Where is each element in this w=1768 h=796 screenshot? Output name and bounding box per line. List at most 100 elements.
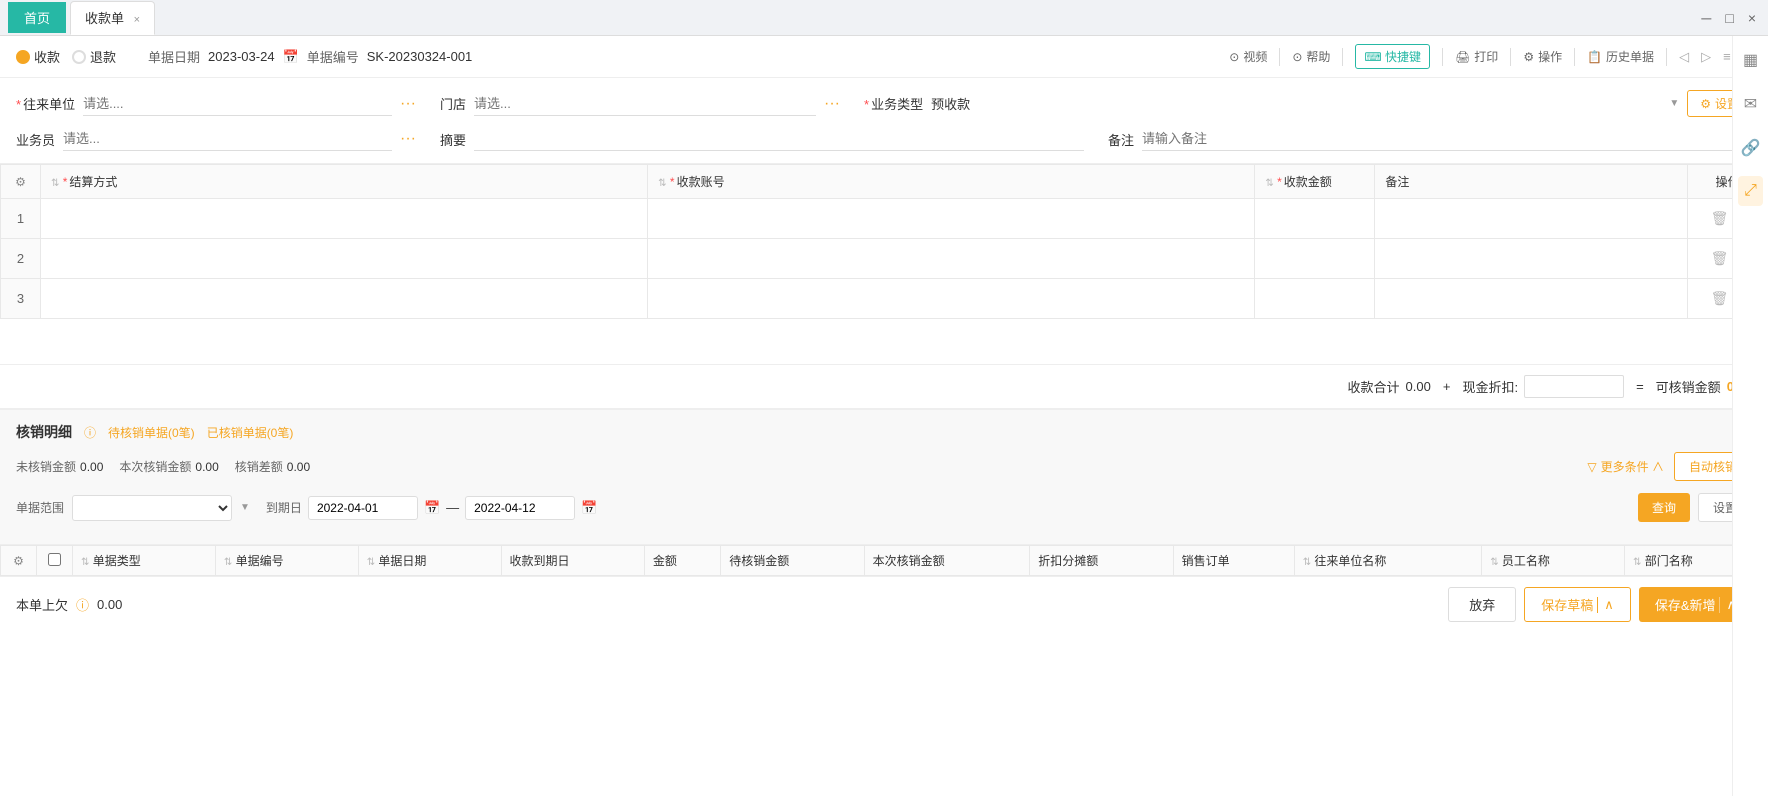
operation-action[interactable]: ⚙ 操作 <box>1523 48 1562 65</box>
due-date-from[interactable] <box>308 496 418 520</box>
query-button[interactable]: 查询 <box>1638 493 1690 522</box>
receipt-amount-1[interactable] <box>1255 199 1375 239</box>
doc-range-select[interactable] <box>72 495 232 521</box>
plus-sign: + <box>1443 379 1451 394</box>
receipt-account-2[interactable] <box>648 239 1255 279</box>
current-order-value: 0.00 <box>97 597 122 612</box>
nav-prev-icon[interactable]: ◁ <box>1679 49 1689 65</box>
doc-num-value: SK-20230324-001 <box>367 49 473 64</box>
current-order-label: 本单上欠 <box>16 595 68 614</box>
radio-receipt[interactable]: 收款 <box>16 47 60 66</box>
divider-2 <box>1342 48 1343 66</box>
writeoff-info-icon[interactable]: ⓘ <box>84 424 96 441</box>
pending-tab-link[interactable]: 待核销单据(0笔) <box>108 424 195 441</box>
filter-actions: ▽ 更多条件 ∧ 自动核销 <box>1587 452 1752 481</box>
writeoff-filter: 单据范围 ▼ 到期日 📅 — 📅 查询 设置 <box>16 493 1752 522</box>
calendar-from-icon[interactable]: 📅 <box>424 500 440 516</box>
main-container: 收款 退款 单据日期 2023-03-24 📅 单据编号 SK-20230324… <box>0 36 1768 796</box>
completed-tab-link[interactable]: 已核销单据(0笔) <box>207 424 294 441</box>
settle-method-2[interactable] <box>41 239 648 279</box>
delete-icon-2[interactable]: 🗑 <box>1711 250 1729 267</box>
sidebar-link-icon[interactable]: 🔗 <box>1735 132 1767 164</box>
print-icon: 🖨 <box>1455 50 1470 64</box>
shortcut-button[interactable]: ⌨ 快捷键 <box>1355 44 1430 69</box>
bottom-bar: 本单上欠 ⓘ 0.00 放弃 保存草稿 ∧ 保存&新增 ∧ <box>0 576 1768 632</box>
calendar-icon[interactable]: 📅 <box>283 49 299 65</box>
window-controls: ─ □ × <box>1697 8 1760 28</box>
layout-list-icon[interactable]: ≡ <box>1723 49 1731 64</box>
divider-1 <box>1279 48 1280 66</box>
settle-method-1[interactable] <box>41 199 648 239</box>
salesperson-input[interactable] <box>63 127 392 151</box>
save-draft-arrow[interactable]: ∧ <box>1597 597 1614 613</box>
sidebar-email-icon[interactable]: ✉ <box>1738 88 1763 120</box>
current-writeoff-label: 本次核销金额 <box>119 458 191 475</box>
col-receipt-amount: ⇅ *收款金额 <box>1255 165 1375 199</box>
print-action[interactable]: 🖨 打印 <box>1455 48 1498 65</box>
doc-range-label: 单据范围 <box>16 499 64 516</box>
doc-range-chevron[interactable]: ▼ <box>240 502 250 513</box>
calendar-to-icon[interactable]: 📅 <box>581 500 597 516</box>
tab-close-icon[interactable]: × <box>134 14 140 26</box>
row-remarks-1[interactable] <box>1375 199 1688 239</box>
form-row-1: 往来单位 ··· 门店 ··· 业务类型 预收款 ▼ ⚙ 设置 <box>16 90 1752 117</box>
remarks-field: 备注 <box>1108 127 1752 151</box>
row-remarks-2[interactable] <box>1375 239 1688 279</box>
remarks-input[interactable] <box>1142 127 1752 151</box>
nav-next-icon[interactable]: ▷ <box>1701 49 1711 65</box>
maximize-icon[interactable]: □ <box>1721 8 1737 28</box>
summary-input[interactable] <box>474 127 1084 151</box>
due-date-to[interactable] <box>465 496 575 520</box>
save-draft-button[interactable]: 保存草稿 ∧ <box>1524 587 1631 622</box>
select-all-checkbox[interactable] <box>48 553 61 566</box>
row-remarks-3[interactable] <box>1375 279 1688 319</box>
operation-icon: ⚙ <box>1523 50 1534 64</box>
row-num-3: 3 <box>1 279 41 319</box>
receipt-amount-3[interactable] <box>1255 279 1375 319</box>
bottom-table-settings-icon[interactable]: ⚙ <box>13 554 24 568</box>
writeoff-diff-value: 0.00 <box>287 460 310 474</box>
delete-icon-3[interactable]: 🗑 <box>1711 290 1729 307</box>
tab-home[interactable]: 首页 <box>8 2 66 33</box>
receipt-account-1[interactable] <box>648 199 1255 239</box>
writeoff-diff-label: 核销差额 <box>235 458 283 475</box>
counterparty-more-icon[interactable]: ··· <box>400 95 416 113</box>
delete-icon-1[interactable]: 🗑 <box>1711 210 1729 227</box>
history-action[interactable]: 📋 历史单据 <box>1587 48 1654 65</box>
col-receipt-due-date: 收款到期日 <box>501 546 644 576</box>
store-input[interactable] <box>474 92 816 116</box>
biz-type-arrow[interactable]: ▼ <box>1669 98 1679 109</box>
current-writeoff-amount: 本次核销金额 0.00 <box>119 458 218 475</box>
summary-field: 摘要 <box>440 127 1084 151</box>
doc-date-value: 2023-03-24 <box>208 49 275 64</box>
due-date-label: 到期日 <box>266 499 302 516</box>
close-window-icon[interactable]: × <box>1744 8 1760 28</box>
col-counterparty-name: ⇅ 往来单位名称 <box>1294 546 1482 576</box>
discount-label: 现金折扣: <box>1462 377 1518 396</box>
discount-input[interactable] <box>1524 375 1624 398</box>
minimize-icon[interactable]: ─ <box>1697 8 1715 28</box>
counterparty-input[interactable] <box>83 92 392 116</box>
current-order-info-icon[interactable]: ⓘ <box>76 595 89 614</box>
toolbar: 收款 退款 单据日期 2023-03-24 📅 单据编号 SK-20230324… <box>0 36 1768 78</box>
table-settings-icon[interactable]: ⚙ <box>15 175 26 189</box>
receipt-amount-2[interactable] <box>1255 239 1375 279</box>
table-row: 2 🗑 ⧉ <box>1 239 1768 279</box>
sidebar-expand-icon[interactable]: ⤢ <box>1738 176 1763 206</box>
biz-type-field: 业务类型 预收款 ▼ ⚙ 设置 <box>864 90 1752 117</box>
sidebar-table-icon[interactable]: ▦ <box>1737 44 1764 76</box>
uncancelled-value: 0.00 <box>80 460 103 474</box>
salesperson-more-icon[interactable]: ··· <box>400 130 416 148</box>
uncancelled-label: 未核销金额 <box>16 458 76 475</box>
video-action[interactable]: ⊙ 视频 <box>1229 48 1267 65</box>
more-conditions-btn[interactable]: ▽ 更多条件 ∧ <box>1587 458 1664 475</box>
radio-refund[interactable]: 退款 <box>72 47 116 66</box>
abandon-button[interactable]: 放弃 <box>1448 587 1516 622</box>
settings-gear-icon: ⚙ <box>1700 97 1711 111</box>
radio-refund-label: 退款 <box>90 47 116 66</box>
help-action[interactable]: ⊙ 帮助 <box>1292 48 1330 65</box>
tab-receipt[interactable]: 收款单 × <box>70 1 155 35</box>
receipt-account-3[interactable] <box>648 279 1255 319</box>
settle-method-3[interactable] <box>41 279 648 319</box>
store-more-icon[interactable]: ··· <box>824 95 840 113</box>
